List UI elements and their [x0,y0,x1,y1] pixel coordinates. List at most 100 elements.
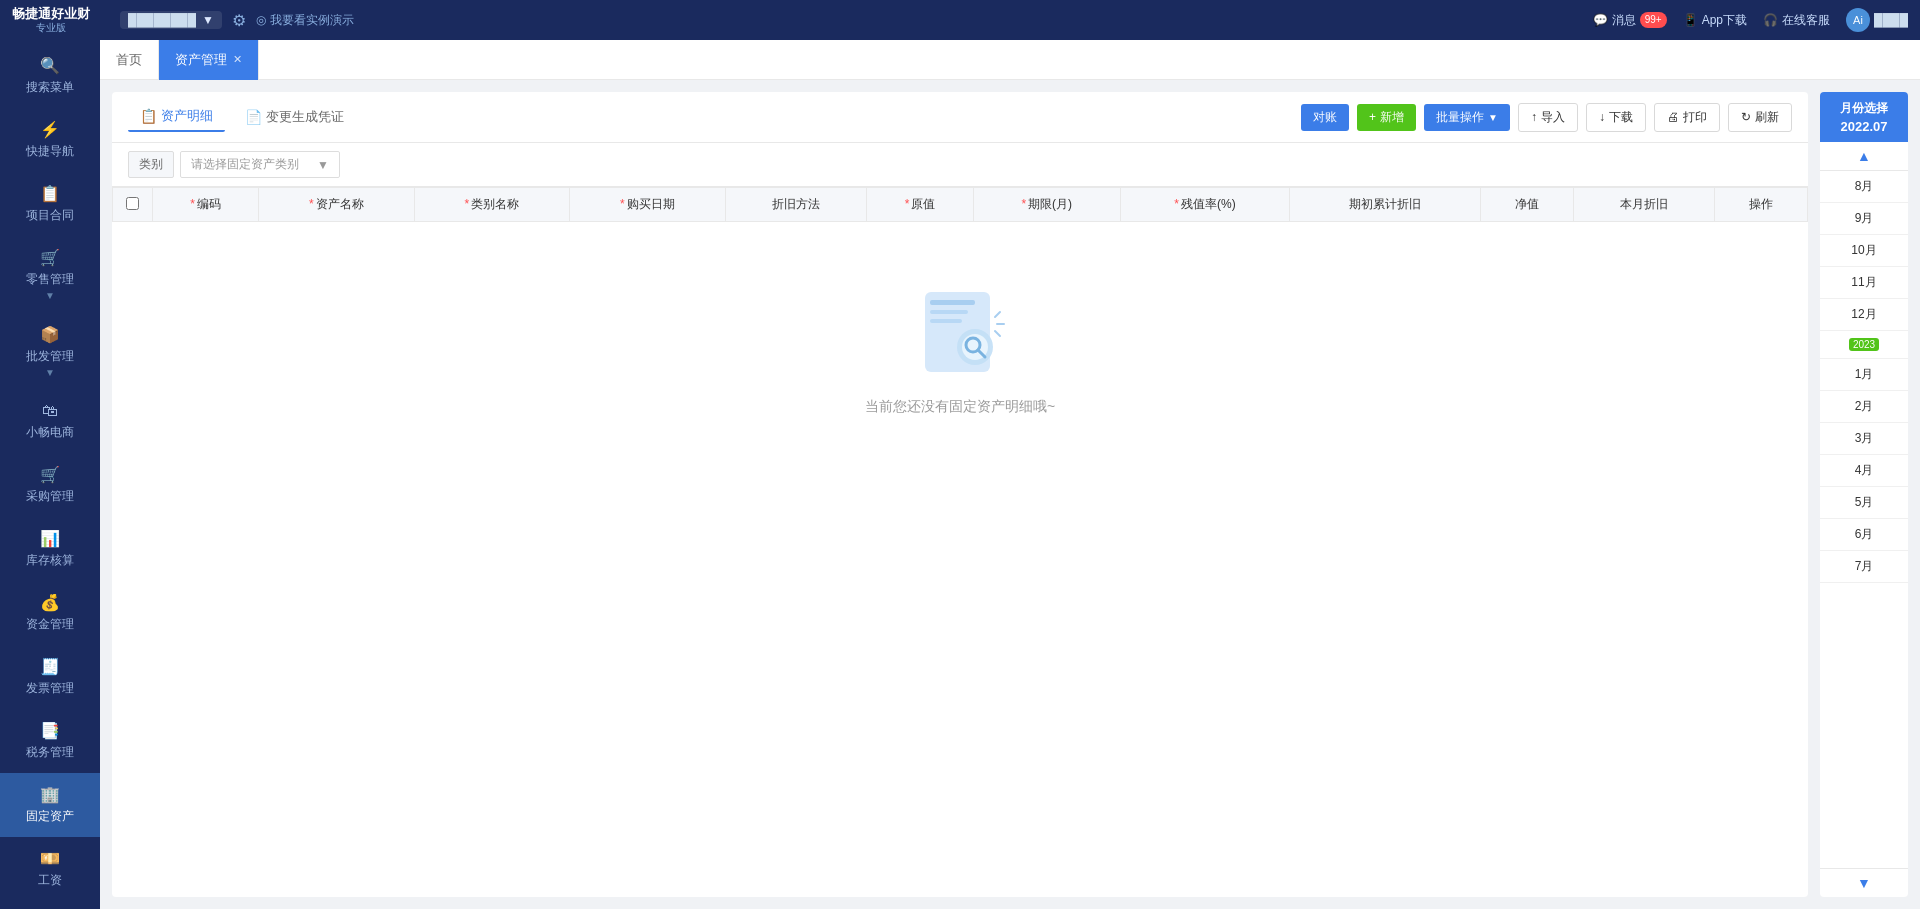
month-item-1[interactable]: 1月 [1820,359,1908,391]
main-layout: 🔍 搜索菜单 ⚡ 快捷导航 📋 项目合同 🛒 零售管理 ▼ 📦 批发管理 ▼ 🛍… [0,40,1920,909]
sidebar-item-inventory[interactable]: 📊 库存核算 [0,517,100,581]
quick-nav-icon: ⚡ [40,120,60,139]
month-nav-up-button[interactable]: ▲ [1851,146,1877,166]
col-accumulated-depreciation: 期初累计折旧 [1290,188,1481,222]
chevron-down-icon: ▼ [45,367,55,378]
month-item-3[interactable]: 3月 [1820,423,1908,455]
svg-rect-2 [930,310,968,314]
tab-bar: 首页 资产管理 ✕ [100,40,1920,80]
sidebar-label-inventory: 库存核算 [26,552,74,569]
download-button-label: 下载 [1609,109,1633,126]
chevron-down-icon: ▼ [202,13,214,27]
finance-icon: 💰 [40,593,60,612]
messages-label: 消息 [1612,12,1636,29]
app-edition: 专业版 [36,22,66,34]
col-net-value: 净值 [1481,188,1573,222]
sidebar-label-project: 项目合同 [26,207,74,224]
month-item-10[interactable]: 10月 [1820,235,1908,267]
company-name: ████████ [128,13,196,27]
sidebar-label-quick-nav: 快捷导航 [26,143,74,160]
sidebar-item-purchase[interactable]: 🛒 采购管理 [0,453,100,517]
year-2023-badge-row: 2023 [1820,331,1908,359]
assets-table: *编码 *资产名称 *类别名称 *购买日期 折旧方法 *原值 *期限(月) *残… [112,187,1808,222]
sidebar-label-payroll: 工资 [38,872,62,889]
inventory-icon: 📊 [40,529,60,548]
online-service-button[interactable]: 🎧 在线客服 [1763,12,1830,29]
demo-link[interactable]: ◎ 我要看实例演示 [256,12,354,29]
month-panel-title: 月份选择 [1826,100,1902,117]
month-item-12[interactable]: 12月 [1820,299,1908,331]
top-bar: 畅捷通好业财 专业版 ████████ ▼ ⚙ ◎ 我要看实例演示 💬 消息 9… [0,0,1920,40]
user-avatar[interactable]: Ai ████ [1846,8,1908,32]
app-download-button[interactable]: 📱 App下载 [1683,12,1747,29]
company-selector[interactable]: ████████ ▼ [120,11,222,29]
sidebar-item-assets[interactable]: 🏢 固定资产 [0,773,100,837]
sub-tab-change-voucher[interactable]: 📄 变更生成凭证 [233,103,356,131]
sub-tab-asset-detail[interactable]: 📋 资产明细 [128,102,225,132]
sidebar-item-quick-nav[interactable]: ⚡ 快捷导航 [0,108,100,172]
download-icon: ↓ [1599,110,1605,124]
tab-home[interactable]: 首页 [100,40,159,80]
month-item-6[interactable]: 6月 [1820,519,1908,551]
filter-placeholder: 请选择固定资产类别 [191,156,299,173]
col-operation: 操作 [1715,188,1808,222]
category-filter-select[interactable]: 请选择固定资产类别 ▼ [180,151,340,178]
month-item-9[interactable]: 9月 [1820,203,1908,235]
table-header-row: *编码 *资产名称 *类别名称 *购买日期 折旧方法 *原值 *期限(月) *残… [113,188,1808,222]
svg-rect-1 [930,300,975,305]
messages-button[interactable]: 💬 消息 99+ [1593,12,1667,29]
col-residual-rate: *残值率(%) [1120,188,1289,222]
sidebar-item-search[interactable]: 🔍 搜索菜单 [0,44,100,108]
ecom-icon: 🛍 [42,402,58,420]
month-item-11[interactable]: 11月 [1820,267,1908,299]
sidebar-item-ops[interactable]: 📈 经营管理 [0,901,100,909]
batch-button[interactable]: 批量操作 ▼ [1424,104,1510,131]
month-item-4[interactable]: 4月 [1820,455,1908,487]
month-nav-bottom: ▼ [1820,868,1908,897]
month-item-2[interactable]: 2月 [1820,391,1908,423]
change-voucher-icon: 📄 [245,109,262,125]
select-all-header[interactable] [113,188,153,222]
sidebar-item-ecom[interactable]: 🛍 小畅电商 [0,390,100,453]
empty-state: 当前您还没有固定资产明细哦~ [112,222,1808,476]
month-nav-down-button[interactable]: ▼ [1857,875,1871,891]
batch-dropdown-arrow: ▼ [1488,112,1498,123]
content-area: 首页 资产管理 ✕ 📋 资产明细 📄 变更生成凭证 [100,40,1920,909]
sidebar-label-invoice: 发票管理 [26,680,74,697]
sidebar-item-tax[interactable]: 📑 税务管理 [0,709,100,773]
sidebar-item-invoice[interactable]: 🧾 发票管理 [0,645,100,709]
svg-line-10 [995,331,1000,336]
search-icon: 🔍 [40,56,60,75]
download-button[interactable]: ↓ 下载 [1586,103,1646,132]
sidebar-item-project[interactable]: 📋 项目合同 [0,172,100,236]
sidebar: 🔍 搜索菜单 ⚡ 快捷导航 📋 项目合同 🛒 零售管理 ▼ 📦 批发管理 ▼ 🛍… [0,40,100,909]
sidebar-label-retail: 零售管理 [26,271,74,288]
chevron-down-icon: ▼ [45,290,55,301]
filter-row: 类别 请选择固定资产类别 ▼ [112,143,1808,187]
tab-close-button[interactable]: ✕ [233,53,242,66]
month-item-7[interactable]: 7月 [1820,551,1908,583]
month-item-8[interactable]: 8月 [1820,171,1908,203]
select-all-checkbox[interactable] [126,197,139,210]
refresh-button[interactable]: ↻ 刷新 [1728,103,1792,132]
col-category: *类别名称 [414,188,570,222]
sidebar-label-ecom: 小畅电商 [26,424,74,441]
messages-count: 99+ [1640,12,1667,28]
sidebar-item-payroll[interactable]: 💴 工资 [0,837,100,901]
month-item-5[interactable]: 5月 [1820,487,1908,519]
col-depreciation-method: 折旧方法 [725,188,867,222]
settings-icon[interactable]: ⚙ [232,11,246,30]
sidebar-item-wholesale[interactable]: 📦 批发管理 ▼ [0,313,100,390]
col-purchase-date: *购买日期 [570,188,726,222]
page-content: 📋 资产明细 📄 变更生成凭证 对账 + 新增 [100,80,1920,909]
print-button[interactable]: 🖨 打印 [1654,103,1720,132]
tab-assets-mgmt[interactable]: 资产管理 ✕ [159,40,259,80]
sidebar-item-finance[interactable]: 💰 资金管理 [0,581,100,645]
sub-tab-row: 📋 资产明细 📄 变更生成凭证 对账 + 新增 [112,92,1808,143]
sidebar-item-retail[interactable]: 🛒 零售管理 ▼ [0,236,100,313]
match-button[interactable]: 对账 [1301,104,1349,131]
add-button[interactable]: + 新增 [1357,104,1416,131]
tax-icon: 📑 [40,721,60,740]
import-button[interactable]: ↑ 导入 [1518,103,1578,132]
avatar: Ai [1846,8,1870,32]
